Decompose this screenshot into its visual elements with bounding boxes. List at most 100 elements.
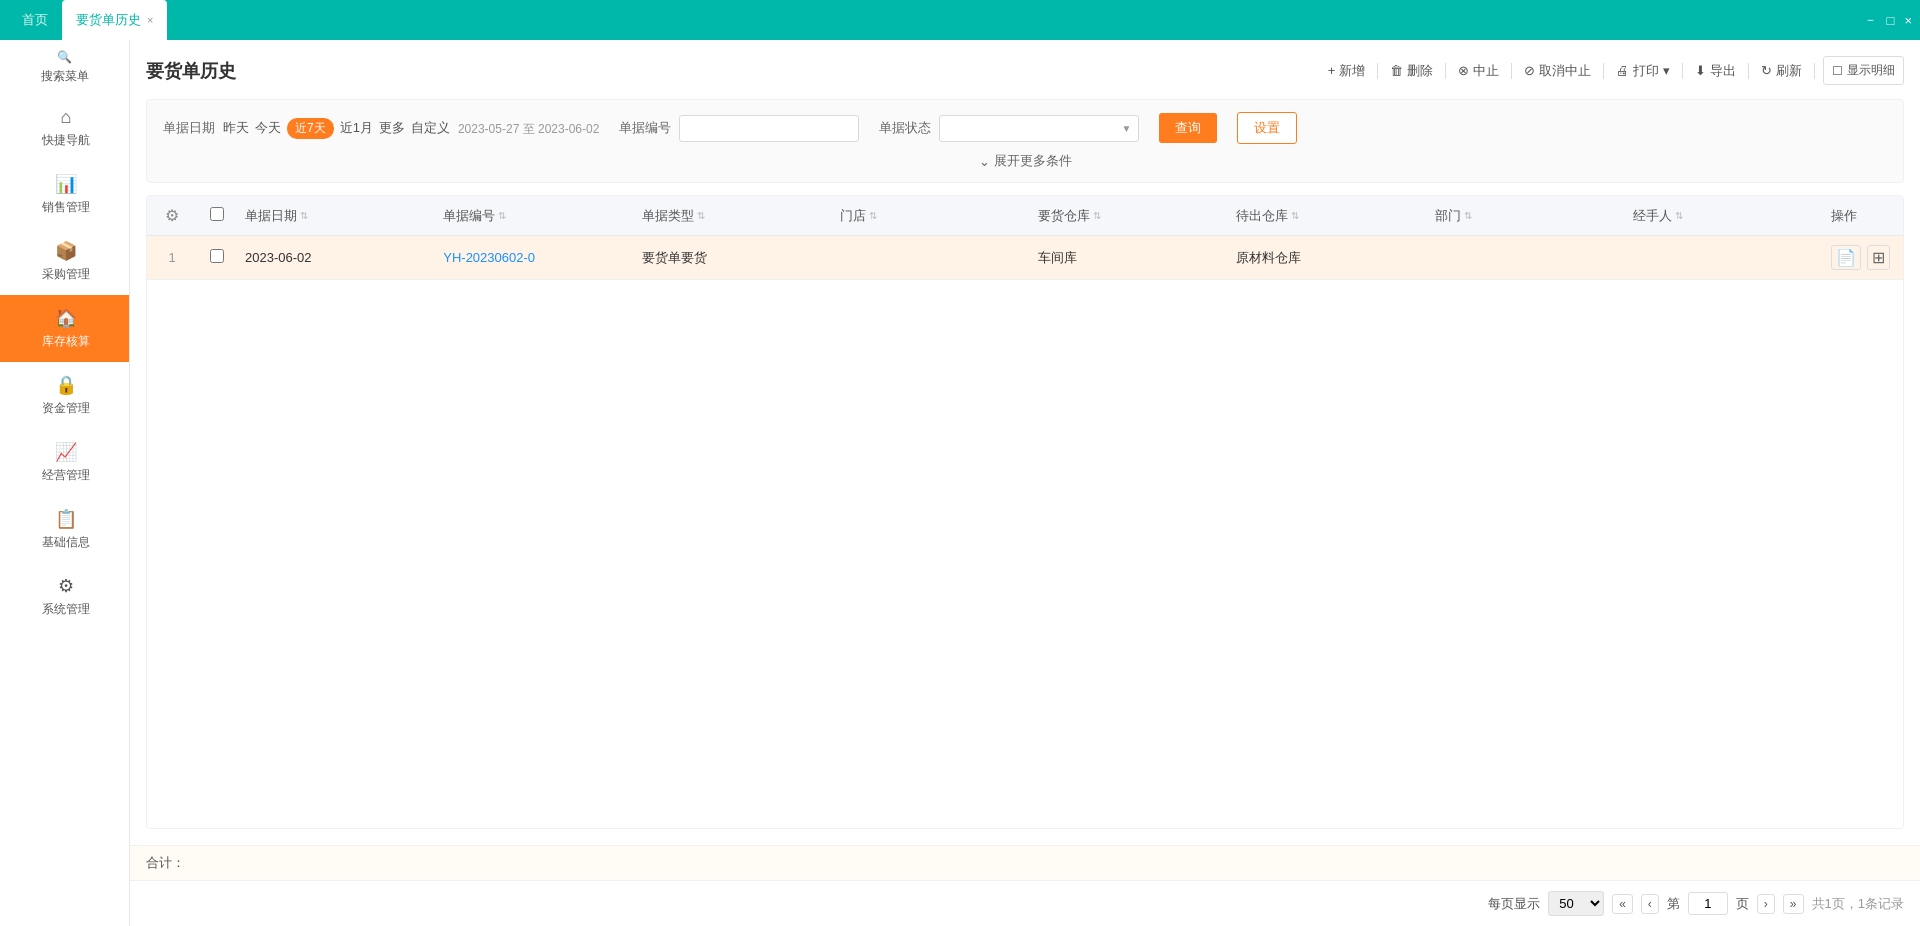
th-date[interactable]: 单据日期 ⇅ [237,196,435,236]
prev-page-btn[interactable]: ‹ [1641,894,1659,914]
sidebar-item-sales-label: 销售管理 [42,199,90,216]
row-checkbox[interactable] [210,249,224,263]
shortcut-yesterday[interactable]: 昨天 [223,119,249,137]
divider-2 [1445,63,1446,79]
add-btn[interactable]: + 新增 [1324,62,1369,80]
cell-number: YH-20230602-0 [435,236,633,280]
th-pending-warehouse[interactable]: 待出仓库 ⇅ [1228,196,1426,236]
expand-label: 展开更多条件 [994,152,1072,170]
sidebar-item-basic-info[interactable]: 📋 基础信息 [0,496,129,563]
page-info: 共1页，1条记录 [1812,895,1904,913]
cancel-stop-btn[interactable]: ⊘ 取消中止 [1520,62,1595,80]
window-minimize-btn[interactable]: － [1864,11,1877,29]
th-store[interactable]: 门店 ⇅ [832,196,1030,236]
sidebar-search-label: 搜索菜单 [41,68,89,85]
sidebar-item-purchase-label: 采购管理 [42,266,90,283]
sort-store-icon: ⇅ [869,210,877,221]
th-pending-warehouse-label: 待出仓库 [1236,207,1288,225]
tab-home-label: 首页 [22,11,48,29]
date-filter-label: 单据日期 [163,119,215,137]
shortcut-today[interactable]: 今天 [255,119,281,137]
sort-pending-warehouse-icon: ⇅ [1291,210,1299,221]
cell-pending-warehouse: 原材料仓库 [1228,236,1426,280]
tab-home[interactable]: 首页 [8,0,62,40]
th-department[interactable]: 部门 ⇅ [1427,196,1625,236]
sort-type-icon: ⇅ [697,210,705,221]
tab-order-history[interactable]: 要货单历史 × [62,0,167,40]
sidebar-item-purchase[interactable]: 📦 采购管理 [0,228,129,295]
th-req-warehouse[interactable]: 要货仓库 ⇅ [1030,196,1228,236]
th-handler[interactable]: 经手人 ⇅ [1625,196,1823,236]
print-label: 打印 [1633,62,1659,80]
table-row[interactable]: 1 2023-06-02 YH-20230602-0 要货单要货 车间库 [147,236,1903,280]
sidebar-item-inventory-label: 库存核算 [42,333,90,350]
print-btn[interactable]: 🖨 打印 ▾ [1612,62,1674,80]
refresh-btn[interactable]: ↻ 刷新 [1757,62,1806,80]
date-range-text: 2023-05-27 至 2023-06-02 [458,121,599,138]
sidebar-item-operations[interactable]: 📈 经营管理 [0,429,129,496]
cell-store [832,236,1030,280]
sidebar-item-finance[interactable]: 🔒 资金管理 [0,362,129,429]
sidebar-item-inventory[interactable]: 🏠 库存核算 [0,295,129,362]
query-btn[interactable]: 查询 [1159,113,1217,143]
table-summary: 合计： [130,845,1920,880]
select-all-checkbox[interactable] [210,207,224,221]
shortcut-more[interactable]: 更多 [379,119,405,137]
operations-icon: 📈 [55,441,77,463]
cell-type: 要货单要货 [634,236,832,280]
filter-bar: 单据日期 昨天 今天 近7天 近1月 更多 自定义 2023-05-27 至 2… [146,99,1904,183]
delete-btn[interactable]: 🗑 删除 [1386,62,1437,80]
page-size-select[interactable]: 50 100 200 [1548,891,1604,916]
box-icon: 📦 [55,240,77,262]
date-filter-group: 单据日期 昨天 今天 近7天 近1月 更多 自定义 2023-05-27 至 2… [163,118,599,139]
cell-department [1427,236,1625,280]
stop-label: 中止 [1473,62,1499,80]
last-page-btn[interactable]: » [1783,894,1804,914]
first-page-btn[interactable]: « [1612,894,1633,914]
sort-department-icon: ⇅ [1464,210,1472,221]
th-department-label: 部门 [1435,207,1461,225]
view-detail-icon[interactable]: 📄 [1831,245,1861,270]
doc-number-input[interactable] [679,115,859,142]
th-number-label: 单据编号 [443,207,495,225]
filter-row-1: 单据日期 昨天 今天 近7天 近1月 更多 自定义 2023-05-27 至 2… [163,112,1887,144]
more-action-icon[interactable]: ⊞ [1867,245,1890,270]
shortcut-1month[interactable]: 近1月 [340,119,373,137]
search-icon: 🔍 [57,50,72,64]
doc-status-select-wrapper [939,115,1139,142]
setting-btn[interactable]: 设置 [1237,112,1297,144]
export-btn[interactable]: ⬇ 导出 [1691,62,1740,80]
next-page-btn[interactable]: › [1757,894,1775,914]
sidebar-item-sales[interactable]: 📊 销售管理 [0,161,129,228]
sidebar-item-system[interactable]: ⚙ 系统管理 [0,563,129,630]
window-maximize-btn[interactable]: □ [1887,13,1895,28]
divider-1 [1377,63,1378,79]
cell-index: 1 [147,236,197,280]
divider-7 [1814,63,1815,79]
th-type[interactable]: 单据类型 ⇅ [634,196,832,236]
page-number-input[interactable] [1688,892,1728,915]
sidebar-item-quick-nav[interactable]: ⌂ 快捷导航 [0,95,129,161]
doc-number-link[interactable]: YH-20230602-0 [443,250,535,265]
th-operation-label: 操作 [1831,208,1857,223]
shortcut-custom[interactable]: 自定义 [411,119,450,137]
window-close-btn[interactable]: × [1904,13,1912,28]
display-detail-btn[interactable]: ☐ 显示明细 [1823,56,1904,85]
header-actions: + 新增 🗑 删除 ⊗ 中止 ⊘ 取消中止 [1324,56,1904,85]
page-label: 第 [1667,895,1680,913]
tab-close-icon[interactable]: × [147,14,153,26]
operation-icons: 📄 ⊞ [1831,245,1895,270]
sidebar-search[interactable]: 🔍 搜索菜单 [0,40,129,95]
th-number[interactable]: 单据编号 ⇅ [435,196,633,236]
column-settings-icon[interactable]: ⚙ [165,207,179,224]
cell-handler [1625,236,1823,280]
date-shortcuts: 昨天 今天 近7天 近1月 更多 自定义 [223,118,450,139]
sidebar-item-basic-info-label: 基础信息 [42,534,90,551]
doc-status-select[interactable] [939,115,1139,142]
stop-btn[interactable]: ⊗ 中止 [1454,62,1503,80]
expand-more-btn[interactable]: ⌄ 展开更多条件 [163,152,1887,170]
inventory-icon: 🏠 [55,307,77,329]
print-arrow-icon: ▾ [1663,63,1670,78]
shortcut-7days[interactable]: 近7天 [287,118,334,139]
doc-status-filter-group: 单据状态 [879,115,1139,142]
